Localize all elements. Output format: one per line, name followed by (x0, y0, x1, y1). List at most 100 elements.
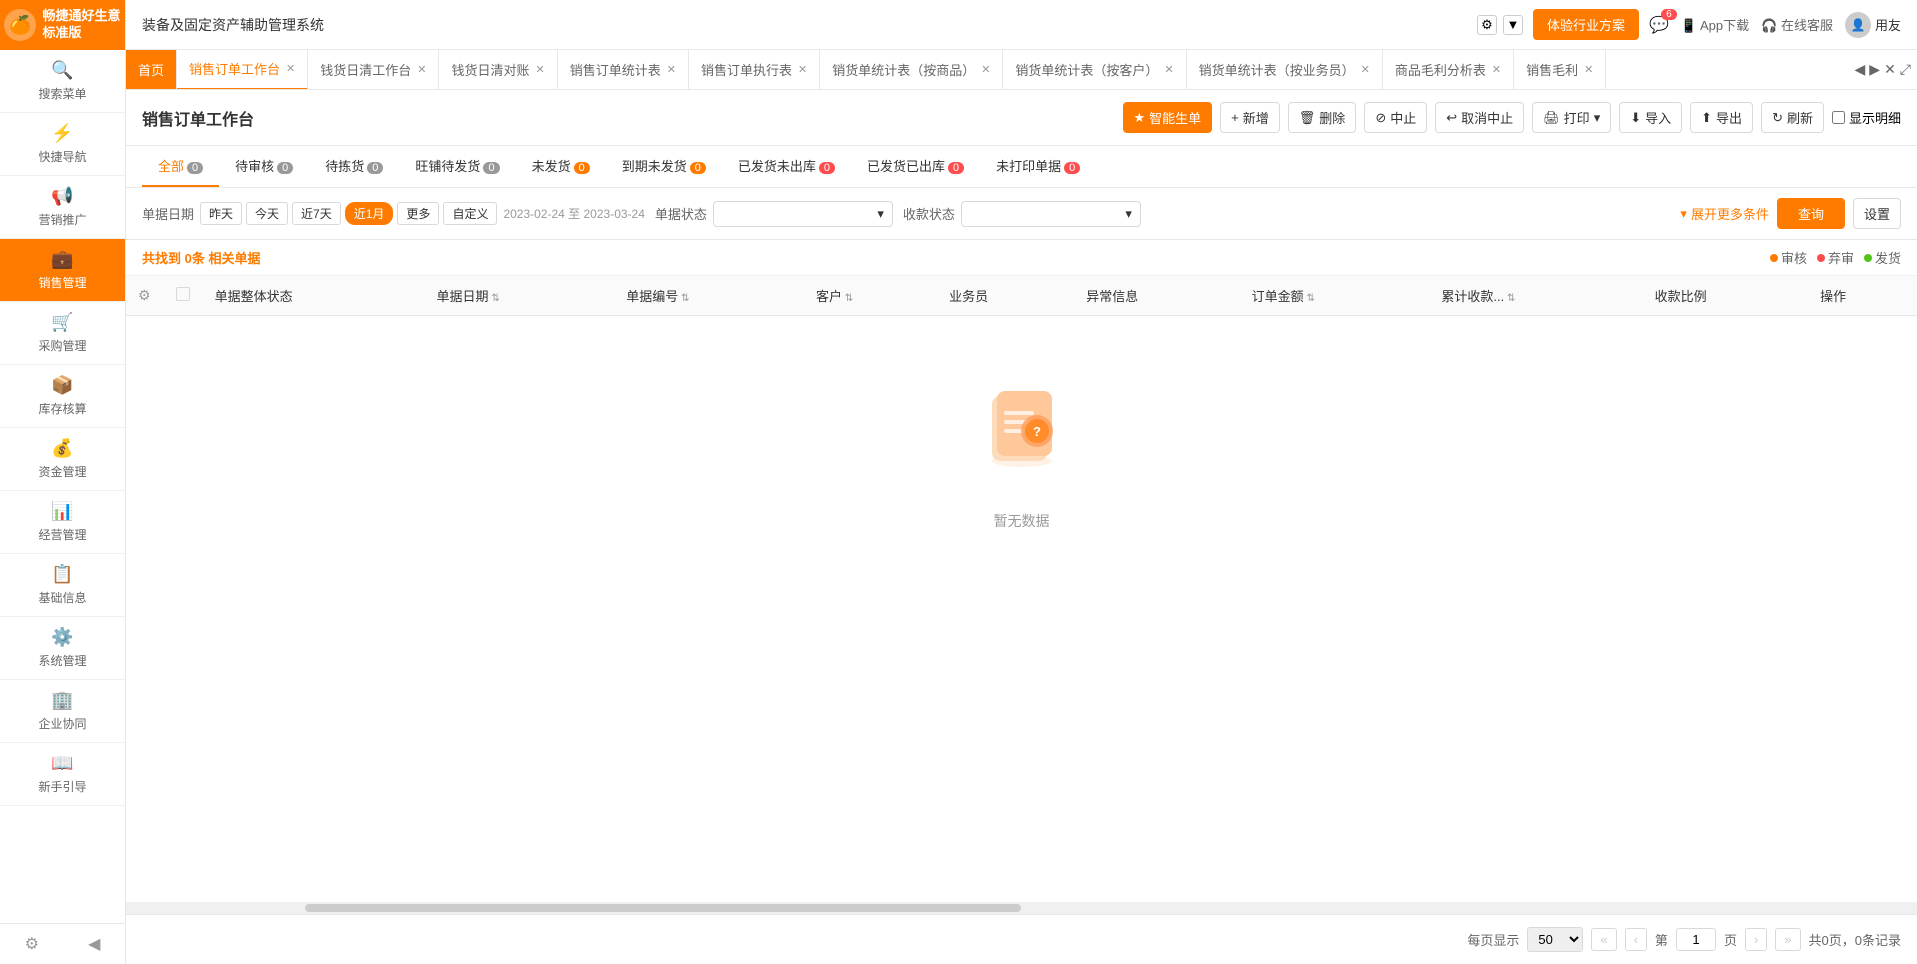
last1month-btn[interactable]: 近1月 (345, 202, 394, 225)
payment-select[interactable]: ▾ (961, 201, 1141, 227)
sidebar-item-finance[interactable]: 💰 资金管理 (0, 428, 125, 491)
sidebar-item-purchase[interactable]: 🛒 采购管理 (0, 302, 125, 365)
filter-tab-not-shipped[interactable]: 未发货0 (516, 146, 606, 187)
tabs-close-all-btn[interactable]: ✕ (1884, 61, 1896, 78)
tab-close-sales-profit[interactable]: ✕ (1584, 63, 1593, 76)
message-icon-btn[interactable]: 💬 6 (1649, 15, 1669, 35)
status-select[interactable]: ▾ (713, 201, 893, 227)
sidebar-collapse-btn[interactable]: ◀ (88, 934, 100, 954)
sidebar-item-inventory[interactable]: 📦 库存核算 (0, 365, 125, 428)
more-btn[interactable]: 更多 (397, 202, 439, 225)
tab-close-sales-order[interactable]: ✕ (286, 62, 295, 75)
tab-close-cash-reconcile[interactable]: ✕ (536, 63, 545, 76)
online-support-btn[interactable]: 🎧 在线客服 (1761, 15, 1833, 34)
tab-close-sales-staff-stats[interactable]: ✕ (1361, 63, 1370, 76)
tab-cash-reconcile[interactable]: 钱货日清对账 ✕ (439, 50, 557, 90)
tab-sales-profit[interactable]: 销售毛利 ✕ (1514, 50, 1606, 90)
filter-tab-shop-pending[interactable]: 旺铺待发货0 (399, 146, 515, 187)
filter-tab-shipped-not-out[interactable]: 已发货未出库0 (722, 146, 851, 187)
sidebar-item-enterprise[interactable]: 🏢 企业协同 (0, 680, 125, 743)
expand-conditions-btn[interactable]: ▾ 展开更多条件 (1680, 204, 1769, 223)
select-all-checkbox[interactable] (176, 287, 190, 301)
tab-close-sales-product-stats[interactable]: ✕ (981, 63, 990, 76)
tabs-prev-btn[interactable]: ◀ (1855, 61, 1866, 78)
tab-sales-stats[interactable]: 销售订单统计表 ✕ (558, 50, 689, 90)
pagination-prev-btn[interactable]: ‹ (1625, 928, 1647, 951)
tab-home[interactable]: 首页 (126, 50, 177, 90)
tab-close-product-margin[interactable]: ✕ (1492, 63, 1501, 76)
print-btn[interactable]: 🖨 打印 ▾ (1532, 102, 1611, 133)
table-header: ⚙ 单据整体状态 单据日期 单据编号 客户 业务员 异常信息 订单金额 累计收款… (126, 276, 1917, 316)
tabs-maximize-btn[interactable]: ⤢ (1900, 61, 1911, 78)
topbar-settings-icon[interactable]: ⚙ (1477, 15, 1497, 35)
import-btn[interactable]: ⬇ 导入 (1619, 102, 1682, 133)
pause-btn[interactable]: ⊘ 中止 (1364, 102, 1427, 133)
add-btn[interactable]: + 新增 (1220, 102, 1280, 133)
pagination-last-btn[interactable]: » (1775, 928, 1800, 951)
today-btn[interactable]: 今天 (246, 202, 288, 225)
yesterday-btn[interactable]: 昨天 (200, 202, 242, 225)
sidebar-item-operations[interactable]: 📊 经营管理 (0, 491, 125, 554)
tab-close-sales-stats[interactable]: ✕ (667, 63, 676, 76)
sidebar-item-system[interactable]: ⚙️ 系统管理 (0, 617, 125, 680)
show-detail-label[interactable]: 显示明细 (1832, 108, 1901, 127)
th-amount[interactable]: 订单金额 (1240, 276, 1430, 316)
horizontal-scrollbar[interactable] (126, 902, 1917, 914)
tabs-next-btn[interactable]: ▶ (1869, 61, 1880, 78)
last7-btn[interactable]: 近7天 (292, 202, 341, 225)
sidebar: 🍊 畅捷通好生意 标准版 🔍 搜索菜单 ⚡ 快捷导航 📢 营销推广 💼 销售管理… (0, 0, 126, 964)
filter-tab-expired[interactable]: 到期未发货0 (606, 146, 722, 187)
review-action-btn[interactable]: 审核 (1770, 248, 1807, 267)
custom-btn[interactable]: 自定义 (443, 202, 497, 225)
filter-tab-pending-review[interactable]: 待审核0 (219, 146, 309, 187)
scrollbar-thumb[interactable] (305, 904, 1021, 912)
table-settings-icon[interactable]: ⚙ (138, 287, 151, 303)
industry-solution-button[interactable]: 体验行业方案 (1533, 9, 1639, 40)
filter-tab-pending-inspect[interactable]: 待拣货0 (309, 146, 399, 187)
th-collected[interactable]: 累计收款... (1429, 276, 1642, 316)
tab-sales-order[interactable]: 销售订单工作台 ✕ (177, 50, 308, 90)
topbar-dropdown-icon[interactable]: ▼ (1503, 15, 1523, 35)
sidebar-item-quicknav[interactable]: ⚡ 快捷导航 (0, 113, 125, 176)
export-btn[interactable]: ⬆ 导出 (1690, 102, 1753, 133)
pagination-first-btn[interactable]: « (1591, 928, 1616, 951)
show-detail-checkbox[interactable] (1832, 111, 1845, 124)
tab-close-cash-daily[interactable]: ✕ (417, 63, 426, 76)
filter-form: 单据日期 昨天 今天 近7天 近1月 更多 自定义 2023-02-24 至 2… (126, 188, 1917, 240)
sidebar-item-basic[interactable]: 📋 基础信息 (0, 554, 125, 617)
tab-sales-customer-stats[interactable]: 销货单统计表（按客户） ✕ (1003, 50, 1186, 90)
star-icon: ★ (1134, 110, 1146, 126)
refresh-btn[interactable]: ↻ 刷新 (1761, 102, 1824, 133)
sidebar-item-marketing[interactable]: 📢 营销推广 (0, 176, 125, 239)
query-btn[interactable]: 查询 (1777, 198, 1845, 229)
per-page-select[interactable]: 10 20 50 100 (1527, 927, 1583, 952)
tab-sales-product-stats[interactable]: 销货单统计表（按商品） ✕ (820, 50, 1003, 90)
th-date[interactable]: 单据日期 (425, 276, 615, 316)
logo-icon: 🍊 (4, 9, 36, 41)
th-customer[interactable]: 客户 (804, 276, 937, 316)
ship-action-btn[interactable]: 发货 (1864, 248, 1901, 267)
tab-close-sales-customer-stats[interactable]: ✕ (1164, 63, 1173, 76)
tab-product-margin[interactable]: 商品毛利分析表 ✕ (1383, 50, 1514, 90)
tab-cash-daily[interactable]: 钱货日清工作台 ✕ (308, 50, 439, 90)
settings-btn[interactable]: 设置 (1853, 198, 1901, 229)
app-download-btn[interactable]: 📱 App下载 (1681, 15, 1749, 34)
sidebar-item-sales[interactable]: 💼 销售管理 (0, 239, 125, 302)
tab-sales-staff-stats[interactable]: 销货单统计表（按业务员） ✕ (1187, 50, 1383, 90)
smart-create-btn[interactable]: ★ 智能生单 (1123, 102, 1213, 133)
delete-btn[interactable]: 🗑 删除 (1288, 102, 1357, 133)
cancel-review-action-btn[interactable]: 弃审 (1817, 248, 1854, 267)
page-input[interactable] (1676, 928, 1716, 951)
tab-sales-exec[interactable]: 销售订单执行表 ✕ (689, 50, 820, 90)
pagination-next-btn[interactable]: › (1745, 928, 1767, 951)
th-number[interactable]: 单据编号 (614, 276, 804, 316)
filter-tab-not-printed[interactable]: 未打印单据0 (980, 146, 1096, 187)
sidebar-settings-btn[interactable]: ⚙ (25, 934, 39, 954)
user-menu[interactable]: 👤 用友 (1845, 12, 1901, 38)
sidebar-item-guide[interactable]: 📖 新手引导 (0, 743, 125, 806)
filter-tab-shipped-out[interactable]: 已发货已出库0 (851, 146, 980, 187)
cancel-pause-btn[interactable]: ↩ 取消中止 (1435, 102, 1524, 133)
sidebar-item-search[interactable]: 🔍 搜索菜单 (0, 50, 125, 113)
tab-close-sales-exec[interactable]: ✕ (798, 63, 807, 76)
filter-tab-all[interactable]: 全部0 (142, 146, 219, 187)
